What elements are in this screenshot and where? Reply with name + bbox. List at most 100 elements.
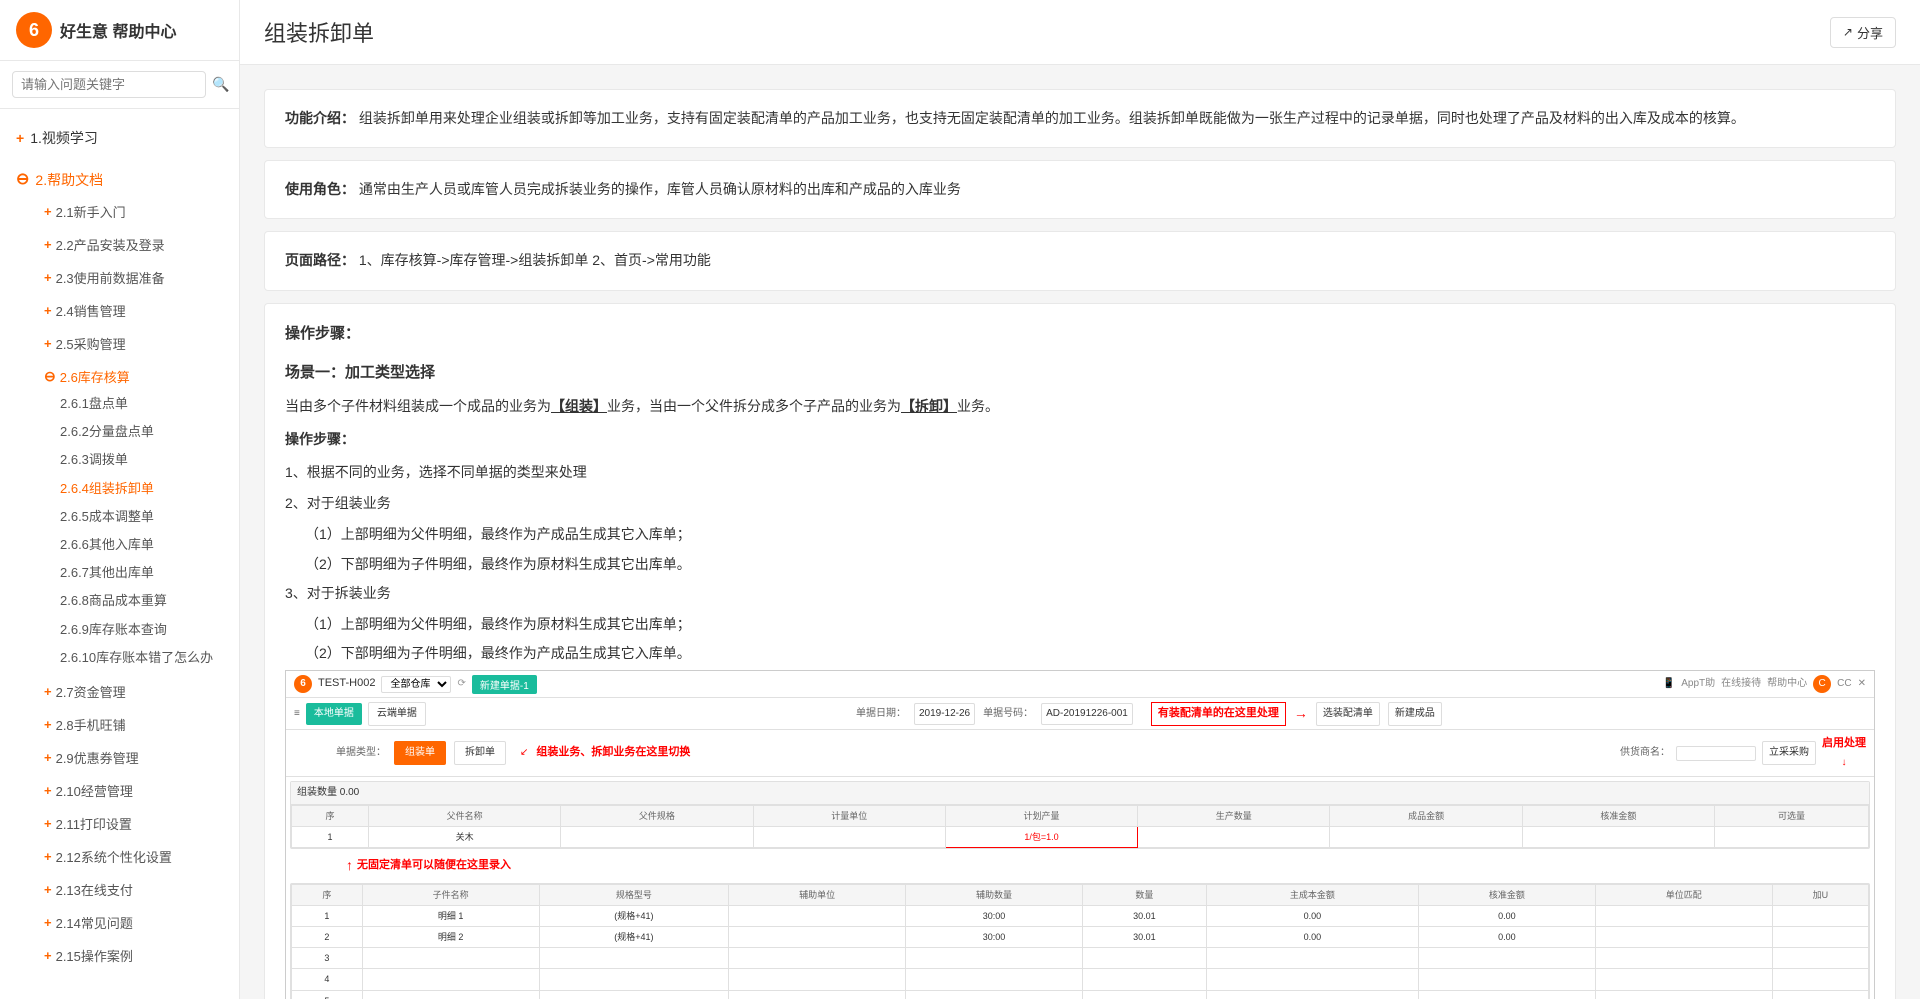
ss-new-btn[interactable]: 新建单据-1 [472, 675, 537, 694]
plus-icon-2-4: + [44, 303, 52, 318]
share-icon: ↗ [1843, 25, 1853, 39]
sidebar-item-2-5[interactable]: + 2.5采购管理 [36, 330, 223, 357]
2-6-sub-list: 2.6.1盘点单 2.6.2分量盘点单 2.6.3调拨单 2.6.4组装拆卸单 … [36, 390, 223, 672]
ss-help-center: 帮助中心 [1767, 675, 1807, 693]
nav-sub-section-2-10: + 2.10经营管理 [36, 774, 223, 807]
nav-sub-section-2-9: + 2.9优惠券管理 [36, 741, 223, 774]
td-prod-amount [1330, 827, 1522, 848]
ss-refresh-icon[interactable]: ⟳ [457, 675, 465, 693]
sidebar-item-2-6-3[interactable]: 2.6.3调拨单 [52, 446, 223, 474]
sidebar-item-2-6-10[interactable]: 2.6.10库存账本错了怎么办 [52, 644, 223, 672]
plus-icon-2-9: + [44, 750, 52, 765]
sidebar-item-2-6-5[interactable]: 2.6.5成本调整单 [52, 503, 223, 531]
sidebar-item-2-2[interactable]: + 2.2产品安装及登录 [36, 231, 223, 258]
sidebar-item-2-6-9[interactable]: 2.6.9库存账本查询 [52, 616, 223, 644]
ss-date-value: 2019-12-26 [914, 703, 975, 725]
sidebar-item-video[interactable]: + 1.视频学习 [16, 123, 223, 153]
ss-supplier-input[interactable] [1676, 746, 1756, 761]
nav-sub-section-2-11: + 2.11打印设置 [36, 807, 223, 840]
ss-tab-local[interactable]: 本地单据 [306, 703, 362, 725]
sidebar-item-2-7[interactable]: + 2.7资金管理 [36, 678, 223, 705]
sidebar-item-2-7-label: 2.7资金管理 [56, 682, 126, 701]
expand-icon-docs: ⊖ [16, 172, 29, 188]
func-intro-text: 组装拆卸单用来处理企业组装或拆卸等加工业务，支持有固定装配清单的产品加工业务，也… [359, 110, 1745, 126]
sidebar-item-2-13[interactable]: + 2.13在线支付 [36, 876, 223, 903]
nav-sub-section-2-14: + 2.14常见问题 [36, 906, 223, 939]
scene1-desc: 当由多个子件材料组装成一个成品的业务为【组装】业务，当由一个父件拆分成多个子产品… [285, 394, 1875, 419]
role-block: 使用角色： 通常由生产人员或库管人员完成拆装业务的操作，库管人员确认原材料的出库… [264, 160, 1896, 219]
ss-select[interactable]: 全部仓库 [381, 676, 451, 693]
share-label: 分享 [1857, 23, 1883, 42]
bth-approve-cost: 核准金额 [1418, 884, 1595, 905]
ss-select-assembly-btn[interactable]: 选装配清单 [1316, 702, 1380, 726]
bottom-table-row-1: 1 明细 1 (规格+41) 30:00 30.01 0.00 0.00 [292, 905, 1869, 926]
sidebar-item-2-3[interactable]: + 2.3使用前数据准备 [36, 264, 223, 291]
sidebar-item-2-1[interactable]: + 2.1新手入门 [36, 198, 223, 225]
th-prod-amount: 成品金额 [1330, 806, 1522, 827]
ss-top-right: 📱 AppT助 在线接待 帮助中心 C CC ✕ [1663, 675, 1866, 693]
bth-child-name: 子件名称 [362, 884, 539, 905]
sidebar-item-2-6-4[interactable]: 2.6.4组装拆卸单 [52, 475, 223, 503]
bottom-table-row-5: 5 [292, 990, 1869, 999]
th-parent-name: 父件名称 [368, 806, 560, 827]
sidebar-item-2-8[interactable]: + 2.8手机旺铺 [36, 711, 223, 738]
td-plan-qty: 1/包=1.0 [945, 827, 1137, 848]
sidebar-item-2-6-2[interactable]: 2.6.2分量盘点单 [52, 418, 223, 446]
step-2-sub2: （2）下部明细为子件明细，最终作为原材料生成其它出库单。 [305, 552, 1875, 577]
ss-top-table-area: 组装数量 0.00 序 父件名称 父件规格 计量单位 计划产量 生产 [290, 781, 1870, 849]
ss-type-c-btn[interactable]: 拆卸单 [454, 741, 506, 765]
annotation-arrow-4: ↑ [346, 853, 353, 878]
td-prod-qty [1138, 827, 1330, 848]
sidebar-item-2-6-8[interactable]: 2.6.8商品成本重算 [52, 587, 223, 615]
ss-type-row: 单据类型： 组装单 拆卸单 ↙ 组装业务、拆卸业务在这里切换 供货商名： 立采采… [286, 730, 1874, 777]
ss-close-icon[interactable]: ✕ [1858, 675, 1866, 693]
sidebar-item-2-11[interactable]: + 2.11打印设置 [36, 810, 223, 837]
ss-top-table: 序 父件名称 父件规格 计量单位 计划产量 生产数量 成品金额 核准金额 可选量 [291, 805, 1869, 848]
sidebar-item-docs[interactable]: ⊖ 2.帮助文档 [16, 165, 223, 195]
main-header: 组装拆卸单 ↗ 分享 [240, 0, 1920, 65]
ss-order-label: 单据号码： [983, 705, 1033, 723]
annotation-arrow-3: ↓ [1842, 754, 1847, 772]
sidebar-item-2-12[interactable]: + 2.12系统个性化设置 [36, 843, 223, 870]
ss-type-z-btn[interactable]: 组装单 [394, 741, 446, 765]
mock-screenshot: 6 TEST-H002 全部仓库 ⟳ 新建单据-1 📱 AppT助 在线接待 [285, 670, 1875, 999]
sidebar-item-2-6-6[interactable]: 2.6.6其他入库单 [52, 531, 223, 559]
sidebar-item-2-10[interactable]: + 2.10经营管理 [36, 777, 223, 804]
ss-tab-cloud[interactable]: 云端单据 [368, 702, 426, 726]
search-box[interactable]: 🔍 [0, 61, 239, 109]
sidebar-item-2-9[interactable]: + 2.9优惠券管理 [36, 744, 223, 771]
ss-enable-area: 供货商名： 立采采购 启用处理 ↓ [1620, 734, 1866, 772]
plus-icon-2-2: + [44, 237, 52, 252]
screenshot-wrapper: 6 TEST-H002 全部仓库 ⟳ 新建单据-1 📱 AppT助 在线接待 [285, 670, 1875, 999]
sidebar-item-2-6-7[interactable]: 2.6.7其他出库单 [52, 559, 223, 587]
bth-seq: 序 [292, 884, 363, 905]
step-2-sub1: （1）上部明细为父件明细，最终作为产成品生成其它入库单； [305, 522, 1875, 547]
sidebar-item-2-4[interactable]: + 2.4销售管理 [36, 297, 223, 324]
th-parent-spec: 父件规格 [561, 806, 753, 827]
func-intro-block: 功能介绍： 组装拆卸单用来处理企业组装或拆卸等加工业务，支持有固定装配清单的产品… [264, 89, 1896, 148]
sidebar-item-2-6-1[interactable]: 2.6.1盘点单 [52, 390, 223, 418]
ss-logo: 6 [294, 675, 312, 693]
nav-sub-section-2-8: + 2.8手机旺铺 [36, 708, 223, 741]
ss-confirm-btn[interactable]: 立采采购 [1762, 741, 1816, 765]
plus-icon-2-13: + [44, 882, 52, 897]
plus-icon-2-3: + [44, 270, 52, 285]
step-2: 2、对于组装业务 [285, 491, 1875, 516]
step-3-sub2: （2）下部明细为子件明细，最终作为产成品生成其它入库单。 [305, 641, 1875, 666]
share-button[interactable]: ↗ 分享 [1830, 17, 1896, 48]
sidebar-item-2-6[interactable]: ⊖ 2.6库存核算 [36, 363, 223, 390]
path-text: 1、库存核算->库存管理->组装拆卸单 2、首页->常用功能 [359, 252, 711, 268]
bth-qty: 数量 [1082, 884, 1206, 905]
ss-help-label: 在线接待 [1721, 675, 1761, 693]
td-seq: 1 [292, 827, 369, 848]
sidebar-item-2-14[interactable]: + 2.14常见问题 [36, 909, 223, 936]
path-label: 页面路径： [285, 252, 355, 268]
annotation-text-3: 启用处理 [1822, 734, 1866, 754]
minus-icon-2-6: ⊖ [44, 368, 56, 385]
ss-top-bar: 6 TEST-H002 全部仓库 ⟳ 新建单据-1 📱 AppT助 在线接待 [286, 671, 1874, 698]
search-input[interactable] [12, 71, 206, 98]
ss-new-product-btn[interactable]: 新建成品 [1388, 702, 1442, 726]
search-icon[interactable]: 🔍 [212, 76, 229, 93]
th-prod-qty: 生产数量 [1138, 806, 1330, 827]
sidebar-item-2-15[interactable]: + 2.15操作案例 [36, 942, 223, 969]
